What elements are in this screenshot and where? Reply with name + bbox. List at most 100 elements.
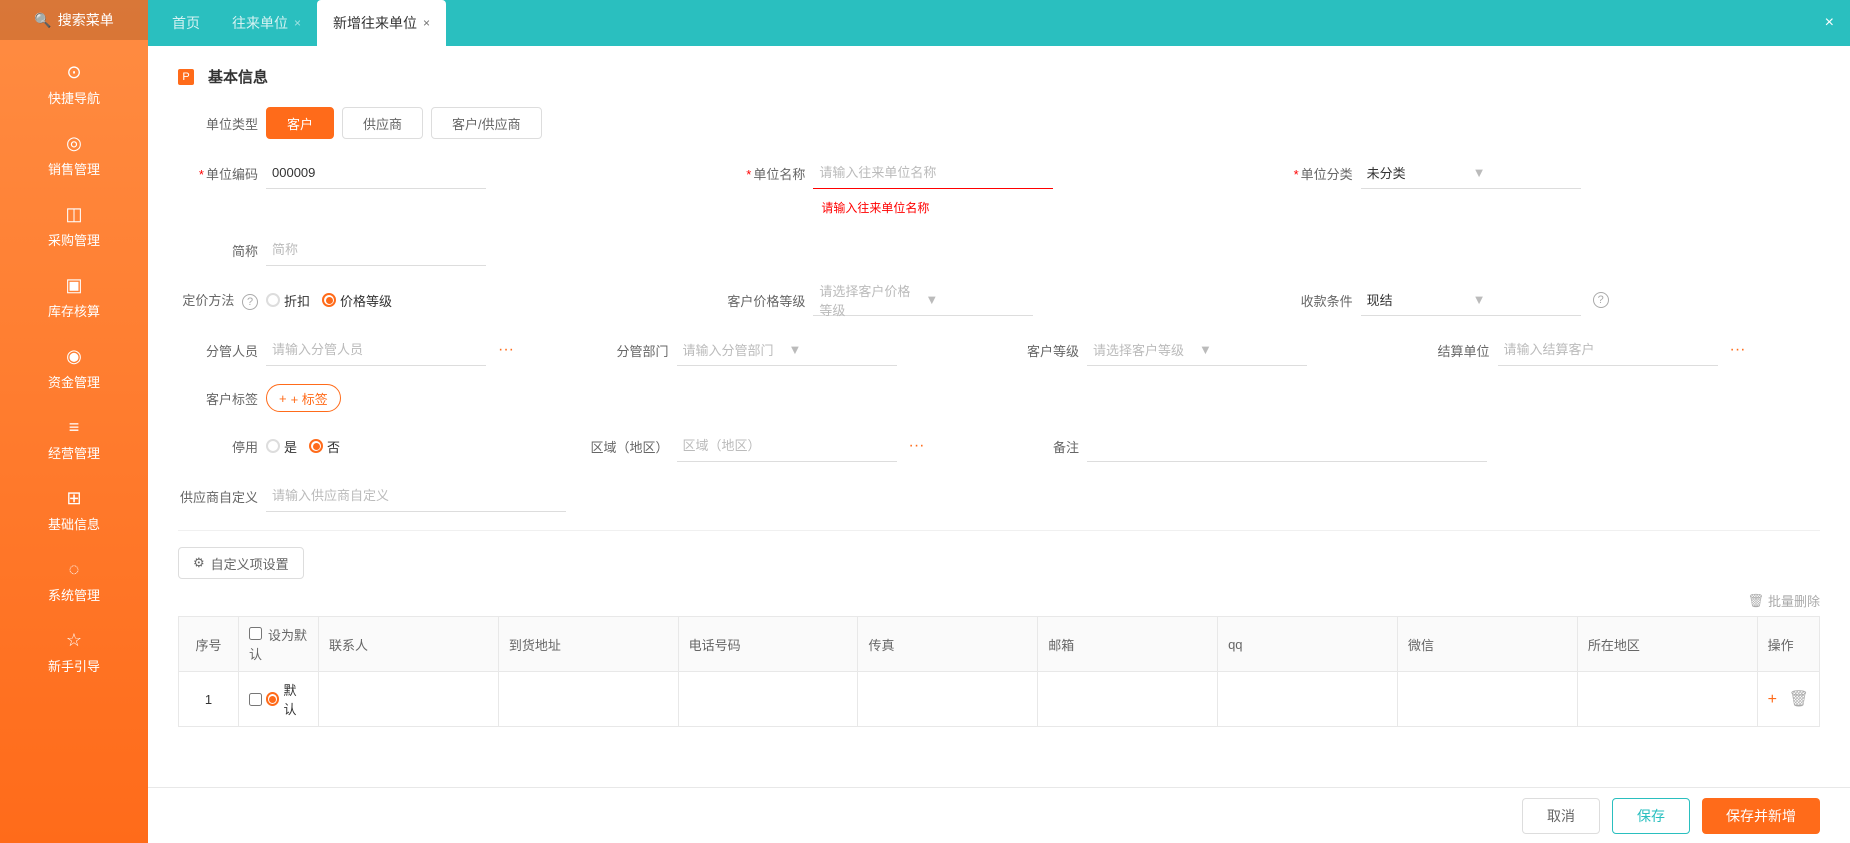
tag-add-label: + 标签 <box>291 389 328 408</box>
batch-delete-icon: 🗑 <box>1747 593 1764 609</box>
department-select[interactable]: 请输入分管部门 ▼ <box>677 334 897 366</box>
customer-level-select[interactable]: 请选择客户等级 ▼ <box>1087 334 1307 366</box>
sidebar-item-inventory[interactable]: ▣ 库存核算 <box>0 261 148 332</box>
qq-input[interactable] <box>1228 692 1387 707</box>
guide-icon: ☆ <box>62 628 86 652</box>
abbreviation-input[interactable] <box>266 234 486 266</box>
cell-contact[interactable] <box>319 672 499 727</box>
supplier-custom-input[interactable] <box>266 480 566 512</box>
unit-code-group: *单位编码 <box>178 157 725 189</box>
row-delete-button[interactable]: 🗑 <box>1789 691 1809 708</box>
region-input[interactable] <box>677 430 897 462</box>
row-add-button[interactable]: + <box>1768 691 1777 708</box>
finance-icon: ◉ <box>62 344 86 368</box>
cell-region[interactable] <box>1577 672 1757 727</box>
settlement-unit-more-button[interactable]: ··· <box>1726 341 1750 359</box>
tab-partners-close[interactable]: × <box>294 16 301 30</box>
cell-qq[interactable] <box>1218 672 1398 727</box>
pricing-level-option[interactable]: 价格等级 <box>322 291 392 310</box>
tag-add-button[interactable]: + + 标签 <box>266 384 341 412</box>
customer-price-level-select[interactable]: 请选择客户价格等级 ▼ <box>813 284 1033 316</box>
save-button[interactable]: 保存 <box>1612 798 1690 834</box>
section-divider <box>178 530 1820 531</box>
customer-price-level-placeholder: 请选择客户价格等级 <box>819 281 921 319</box>
pricing-help-icon[interactable]: ? <box>242 294 258 310</box>
tab-new-partner-label: 新增往来单位 <box>333 13 417 33</box>
unit-category-select[interactable]: 未分类 ▼ <box>1361 157 1581 189</box>
supervisor-input[interactable] <box>266 334 486 366</box>
cell-email[interactable] <box>1038 672 1218 727</box>
supervisor-row: 分管人员 ··· 分管部门 请输入分管部门 ▼ 客户等级 请选择客户等级 ▼ 结… <box>178 334 1820 366</box>
supervisor-more-button[interactable]: ··· <box>494 341 518 359</box>
unit-code-input[interactable] <box>266 157 486 189</box>
code-name-category-inputs: *单位编码 *单位名称 请输入往来单位名称 *单位分类 <box>178 157 1820 216</box>
tab-home[interactable]: 首页 <box>156 0 216 46</box>
remark-input[interactable] <box>1087 430 1487 462</box>
sidebar-search-area[interactable]: 🔍 搜索菜单 <box>0 0 148 40</box>
supervisor-label: 分管人员 <box>178 341 258 360</box>
customer-type-button[interactable]: 客户 <box>266 107 334 139</box>
cell-wechat[interactable] <box>1398 672 1578 727</box>
save-new-button[interactable]: 保存并新增 <box>1702 798 1820 834</box>
customer-tag-row: 客户标签 + + 标签 <box>178 384 1820 412</box>
tab-new-partner[interactable]: 新增往来单位 × <box>317 0 446 46</box>
payment-terms-value: 现结 <box>1367 290 1469 309</box>
email-input[interactable] <box>1048 692 1207 707</box>
sidebar-item-label: 采购管理 <box>48 230 100 249</box>
address-input[interactable] <box>509 692 668 707</box>
section-header: P 基本信息 <box>178 66 1820 87</box>
sidebar-item-guide[interactable]: ☆ 新手引导 <box>0 616 148 687</box>
col-actions: 操作 <box>1757 617 1819 672</box>
cell-address[interactable] <box>498 672 678 727</box>
supplier-type-button[interactable]: 供应商 <box>342 107 423 139</box>
section-title: 基本信息 <box>208 66 268 87</box>
unit-name-group: *单位名称 请输入往来单位名称 <box>725 157 1272 216</box>
cell-seq: 1 <box>179 672 239 727</box>
sidebar-item-operations[interactable]: ≡ 经营管理 <box>0 403 148 474</box>
region-cell-input[interactable] <box>1588 692 1747 707</box>
tab-home-label: 首页 <box>172 13 200 33</box>
sidebar-item-sales[interactable]: ◎ 销售管理 <box>0 119 148 190</box>
phone-input[interactable] <box>689 692 848 707</box>
cell-phone[interactable] <box>678 672 858 727</box>
customer-price-level-label: 客户价格等级 <box>725 291 805 310</box>
disabled-no-option[interactable]: 否 <box>309 437 340 456</box>
tab-new-partner-close[interactable]: × <box>423 16 430 30</box>
sidebar-item-finance[interactable]: ◉ 资金管理 <box>0 332 148 403</box>
region-more-button[interactable]: ··· <box>905 437 929 455</box>
select-all-checkbox[interactable] <box>249 627 262 640</box>
sidebar-item-system[interactable]: ◌ 系统管理 <box>0 545 148 616</box>
main-area: 首页 往来单位 × 新增往来单位 × × P 基本信息 单位类型 客户 供应商 <box>148 0 1850 843</box>
unit-name-input[interactable] <box>813 157 1053 189</box>
tab-partners[interactable]: 往来单位 × <box>216 0 317 46</box>
abbreviation-group: 简称 <box>178 234 1820 266</box>
fax-input[interactable] <box>868 692 1027 707</box>
basic-icon: ⊞ <box>62 486 86 510</box>
pricing-discount-option[interactable]: 折扣 <box>266 291 310 310</box>
cell-fax[interactable] <box>858 672 1038 727</box>
sidebar-item-quick-nav[interactable]: ⊙ 快捷导航 <box>0 48 148 119</box>
customer-level-group: 客户等级 请选择客户等级 ▼ <box>999 334 1410 366</box>
footer: 取消 保存 保存并新增 <box>148 787 1850 843</box>
custom-settings-button[interactable]: ⚙ 自定义项设置 <box>178 547 304 579</box>
sidebar-item-basic[interactable]: ⊞ 基础信息 <box>0 474 148 545</box>
cancel-button[interactable]: 取消 <box>1522 798 1600 834</box>
wechat-input[interactable] <box>1408 692 1567 707</box>
tab-close-all-button[interactable]: × <box>1817 14 1842 32</box>
settlement-unit-group: 结算单位 ··· <box>1410 334 1821 366</box>
default-radio-option[interactable]: 默认 <box>266 680 308 718</box>
sidebar-item-label: 快捷导航 <box>48 88 100 107</box>
settlement-unit-input[interactable] <box>1498 334 1718 366</box>
search-menu-button[interactable]: 🔍 搜索菜单 <box>0 10 148 30</box>
disabled-yes-option[interactable]: 是 <box>266 437 297 456</box>
row-checkbox[interactable] <box>249 693 262 706</box>
content-area: P 基本信息 单位类型 客户 供应商 客户/供应商 *单位编码 <box>148 46 1850 787</box>
batch-delete-label[interactable]: 批量删除 <box>1768 591 1820 610</box>
both-type-button[interactable]: 客户/供应商 <box>431 107 542 139</box>
disabled-yes-radio <box>266 439 280 453</box>
contact-input[interactable] <box>329 692 488 707</box>
settings-icon: ⚙ <box>193 555 205 571</box>
payment-help-icon[interactable]: ? <box>1593 292 1609 308</box>
payment-terms-select[interactable]: 现结 ▼ <box>1361 284 1581 316</box>
sidebar-item-purchase[interactable]: ◫ 采购管理 <box>0 190 148 261</box>
